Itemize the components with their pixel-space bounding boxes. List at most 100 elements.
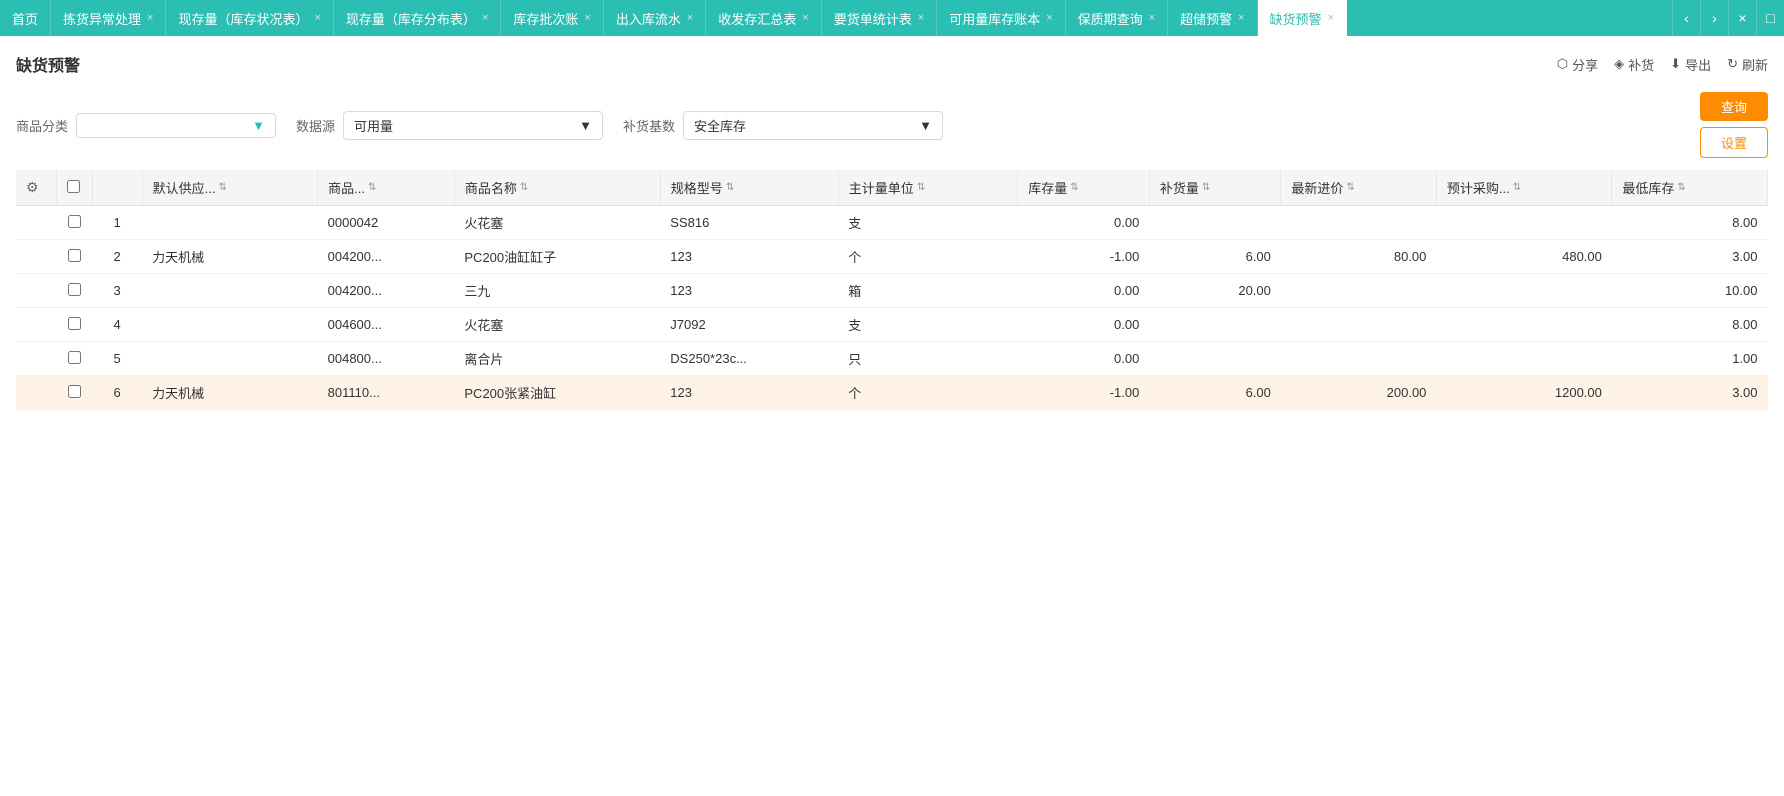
tab-home[interactable]: 首页 xyxy=(0,0,51,36)
tab-close-all-button[interactable]: × xyxy=(1728,0,1756,36)
row-est-purchase xyxy=(1436,342,1611,376)
row-est-purchase xyxy=(1436,308,1611,342)
row-stock: -1.00 xyxy=(1018,240,1150,274)
row-checkbox-0[interactable] xyxy=(68,215,81,228)
sort-min-stock-icon[interactable]: ⇅ xyxy=(1677,182,1685,193)
tab-close-recv[interactable]: × xyxy=(802,12,808,24)
filter-row: 商品分类 ▼ 数据源 可用量 ▼ 补货基数 安全库存 ▼ 查询 设置 xyxy=(16,92,1768,158)
tab-close-batch[interactable]: × xyxy=(584,12,590,24)
row-est-purchase xyxy=(1436,274,1611,308)
tab-close-expiry[interactable]: × xyxy=(1149,12,1155,24)
col-checkbox xyxy=(56,170,92,206)
share-button[interactable]: ⬡ 分享 xyxy=(1557,55,1598,74)
row-product-code: 801110... xyxy=(318,376,455,410)
col-min-stock[interactable]: 最低库存 ⇅ xyxy=(1612,170,1768,206)
col-latest-price[interactable]: 最新进价 ⇅ xyxy=(1281,170,1437,206)
tab-close-shortage[interactable]: × xyxy=(1328,12,1334,24)
row-checkbox-2[interactable] xyxy=(68,283,81,296)
row-product-code: 004200... xyxy=(318,240,455,274)
tab-close-overstock[interactable]: × xyxy=(1238,12,1244,24)
row-checkbox-5[interactable] xyxy=(68,385,81,398)
tab-inout-flow[interactable]: 出入库流水 × xyxy=(604,0,706,36)
tab-expiry-query[interactable]: 保质期查询 × xyxy=(1066,0,1168,36)
tab-batch-account[interactable]: 库存批次账 × xyxy=(501,0,603,36)
sort-stock-icon[interactable]: ⇅ xyxy=(1070,182,1078,193)
category-label: 商品分类 xyxy=(16,116,68,135)
row-checkbox-cell xyxy=(56,274,92,308)
settings-button[interactable]: 设置 xyxy=(1700,127,1768,158)
page-header: 缺货预警 ⬡ 分享 ◈ 补货 ⬇ 导出 ↻ 刷新 xyxy=(16,52,1768,76)
row-checkbox-1[interactable] xyxy=(68,249,81,262)
tab-abnormal[interactable]: 拣货异常处理 × xyxy=(51,0,166,36)
row-latest-price xyxy=(1281,308,1437,342)
row-min-stock: 10.00 xyxy=(1612,274,1768,308)
col-product-code[interactable]: 商品... ⇅ xyxy=(318,170,455,206)
tab-inventory-status[interactable]: 现存量（库存状况表） × xyxy=(166,0,333,36)
sort-product-code-icon[interactable]: ⇅ xyxy=(368,182,376,193)
row-est-purchase: 1200.00 xyxy=(1436,376,1611,410)
sort-latest-price-icon[interactable]: ⇅ xyxy=(1346,182,1354,193)
refresh-button[interactable]: ↻ 刷新 xyxy=(1727,55,1768,74)
tab-nav-buttons: ‹ › × □ xyxy=(1672,0,1784,36)
tab-shortage[interactable]: 缺货预警 × xyxy=(1258,0,1347,36)
datasource-select[interactable]: 可用量 ▼ xyxy=(343,111,603,140)
query-button[interactable]: 查询 xyxy=(1700,92,1768,121)
row-checkbox-4[interactable] xyxy=(68,351,81,364)
export-button[interactable]: ⬇ 导出 xyxy=(1670,55,1711,74)
col-product-name[interactable]: 商品名称 ⇅ xyxy=(454,170,660,206)
row-product-name: PC200张紧油缸 xyxy=(454,376,660,410)
tab-close-inout[interactable]: × xyxy=(687,12,693,24)
tab-order-stats[interactable]: 要货单统计表 × xyxy=(822,0,937,36)
tab-recv-summary[interactable]: 收发存汇总表 × xyxy=(706,0,821,36)
sort-unit-icon[interactable]: ⇅ xyxy=(917,182,925,193)
row-checkbox-cell xyxy=(56,376,92,410)
select-all-checkbox[interactable] xyxy=(67,180,80,193)
sort-product-name-icon[interactable]: ⇅ xyxy=(520,182,528,193)
sort-spec-icon[interactable]: ⇅ xyxy=(726,182,734,193)
col-replenish-qty[interactable]: 补货量 ⇅ xyxy=(1149,170,1281,206)
row-product-name: 离合片 xyxy=(454,342,660,376)
sort-supplier-icon[interactable]: ⇅ xyxy=(219,182,227,193)
table-settings-icon[interactable]: ⚙ xyxy=(26,179,39,195)
tab-maximize-button[interactable]: □ xyxy=(1756,0,1784,36)
row-checkbox-3[interactable] xyxy=(68,317,81,330)
row-product-name: PC200油缸缸子 xyxy=(454,240,660,274)
tab-next-button[interactable]: › xyxy=(1700,0,1728,36)
datasource-arrow-icon: ▼ xyxy=(579,118,592,133)
sort-est-purchase-icon[interactable]: ⇅ xyxy=(1513,182,1521,193)
table-row: 4 004600... 火花塞 J7092 支 0.00 8.00 xyxy=(16,308,1768,342)
tab-close-inventory-status[interactable]: × xyxy=(314,12,320,24)
row-product-code: 004800... xyxy=(318,342,455,376)
row-checkbox-cell xyxy=(56,308,92,342)
row-settings-cell xyxy=(16,274,56,308)
row-unit: 支 xyxy=(838,206,1017,240)
tab-prev-button[interactable]: ‹ xyxy=(1672,0,1700,36)
replenish-base-select[interactable]: 安全库存 ▼ xyxy=(683,111,943,140)
row-product-code: 004600... xyxy=(318,308,455,342)
tab-close-ledger[interactable]: × xyxy=(1046,12,1052,24)
col-supplier[interactable]: 默认供应... ⇅ xyxy=(142,170,317,206)
tab-inventory-dist[interactable]: 现存量（库存分布表） × xyxy=(334,0,501,36)
col-spec[interactable]: 规格型号 ⇅ xyxy=(660,170,838,206)
table-header-row: ⚙ 默认供应... ⇅ 商品... ⇅ xyxy=(16,170,1768,206)
replenish-icon: ◈ xyxy=(1614,56,1624,72)
replenish-button[interactable]: ◈ 补货 xyxy=(1614,55,1654,74)
row-num: 6 xyxy=(92,376,142,410)
tab-close-order[interactable]: × xyxy=(918,12,924,24)
category-select[interactable]: ▼ xyxy=(76,113,276,138)
tab-close-abnormal[interactable]: × xyxy=(147,12,153,24)
table-body: 1 0000042 火花塞 SS816 支 0.00 8.00 2 力天机械 0… xyxy=(16,206,1768,410)
row-stock: 0.00 xyxy=(1018,206,1150,240)
sort-replenish-qty-icon[interactable]: ⇅ xyxy=(1202,182,1210,193)
tab-overstock[interactable]: 超储预警 × xyxy=(1168,0,1257,36)
row-supplier: 力天机械 xyxy=(142,376,317,410)
row-replenish-qty: 6.00 xyxy=(1149,240,1281,274)
tab-available-ledger[interactable]: 可用量库存账本 × xyxy=(937,0,1065,36)
col-unit[interactable]: 主计量单位 ⇅ xyxy=(838,170,1017,206)
col-stock[interactable]: 库存量 ⇅ xyxy=(1018,170,1150,206)
tab-close-inventory-dist[interactable]: × xyxy=(482,12,488,24)
row-stock: -1.00 xyxy=(1018,376,1150,410)
col-est-purchase[interactable]: 预计采购... ⇅ xyxy=(1436,170,1611,206)
export-icon: ⬇ xyxy=(1670,56,1681,72)
row-unit: 箱 xyxy=(838,274,1017,308)
